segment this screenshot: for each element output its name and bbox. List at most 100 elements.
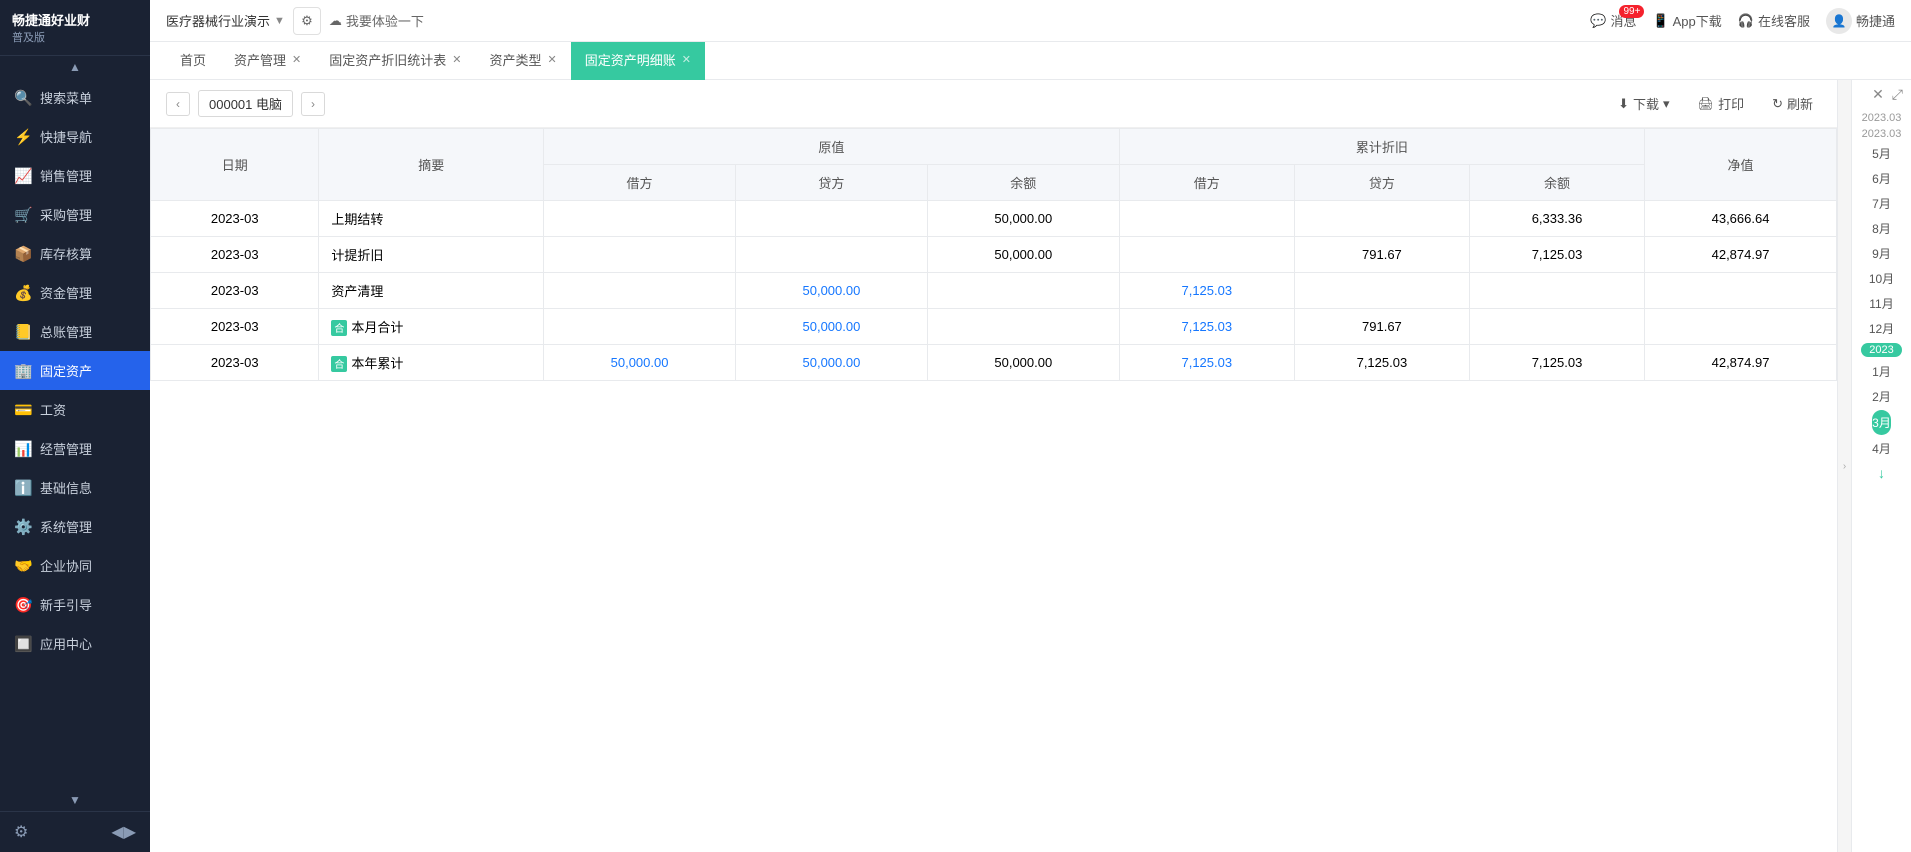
- sidebar-item-system[interactable]: ⚙️ 系统管理: [0, 507, 150, 546]
- app-download-label: App下载: [1673, 11, 1722, 30]
- right-month-item[interactable]: 5月: [1869, 141, 1894, 166]
- table-row: 2023-03 资产清理 50,000.00 7,125.03: [151, 273, 1837, 309]
- sidebar-scroll-up[interactable]: ▲: [0, 56, 150, 78]
- right-month-item[interactable]: 12月: [1869, 316, 1894, 341]
- avatar: 👤: [1826, 8, 1852, 34]
- sidebar-item-search[interactable]: 🔍 搜索菜单: [0, 78, 150, 117]
- tab-asset-ledger[interactable]: 固定资产明细账 ✕: [571, 42, 705, 80]
- cell-orig-credit: 50,000.00: [735, 309, 927, 345]
- cell-acc-debit: 7,125.03: [1119, 273, 1294, 309]
- tab-close-icon[interactable]: ✕: [452, 53, 461, 66]
- tab-label: 资产类型: [489, 50, 541, 69]
- right-month-active[interactable]: 3月: [1872, 410, 1891, 435]
- sidebar-item-salary[interactable]: 💳 工资: [0, 390, 150, 429]
- tab-asset-management[interactable]: 资产管理 ✕: [220, 42, 315, 80]
- right-month-item[interactable]: 9月: [1869, 241, 1894, 266]
- sidebar-item-apps[interactable]: 🔲 应用中心: [0, 624, 150, 663]
- collapse-sidebar-icon[interactable]: ◀▶: [111, 822, 136, 842]
- tab-depreciation-table[interactable]: 固定资产折旧统计表 ✕: [315, 42, 475, 80]
- col-acc-credit: 贷方: [1294, 165, 1469, 201]
- tab-close-icon[interactable]: ✕: [292, 53, 301, 66]
- right-panel-controls: ✕ ⤢: [1852, 80, 1911, 109]
- phone-icon: 📱: [1652, 13, 1668, 29]
- sidebar-item-enterprise[interactable]: 🤝 企业协同: [0, 546, 150, 585]
- settings-footer-icon[interactable]: ⚙: [14, 822, 28, 842]
- salary-icon: 💳: [14, 401, 32, 419]
- tab-close-icon[interactable]: ✕: [682, 53, 691, 66]
- panel-expand-btn[interactable]: ⤢: [1890, 84, 1905, 105]
- download-button[interactable]: ⬇ 下载 ▾: [1610, 90, 1677, 117]
- sidebar-item-label: 快捷导航: [40, 127, 92, 146]
- next-asset-button[interactable]: ›: [301, 92, 325, 116]
- online-service-button[interactable]: 🎧 在线客服: [1738, 11, 1810, 30]
- col-net-value: 净值: [1645, 129, 1837, 201]
- prev-asset-button[interactable]: ‹: [166, 92, 190, 116]
- right-month-item[interactable]: 10月: [1869, 266, 1894, 291]
- sidebar-item-label: 经营管理: [40, 439, 92, 458]
- cell-orig-debit: [544, 309, 736, 345]
- table-group-header: 日期 摘要 原值 累计折旧 净值: [151, 129, 1837, 165]
- panel-close-icon[interactable]: ✕: [1870, 84, 1886, 105]
- right-months-top: 5月6月7月8月9月10月11月12月: [1869, 141, 1894, 341]
- right-scroll-down-icon[interactable]: ↓: [1878, 461, 1885, 485]
- right-month-item[interactable]: 6月: [1869, 166, 1894, 191]
- print-button[interactable]: 🖨 打印: [1690, 90, 1753, 117]
- col-date: 日期: [151, 129, 319, 201]
- right-month-item[interactable]: 11月: [1869, 291, 1894, 316]
- cell-orig-balance: [927, 273, 1119, 309]
- cell-orig-balance: 50,000.00: [927, 345, 1119, 381]
- col-orig-debit: 借方: [544, 165, 736, 201]
- right-month-item[interactable]: 1月: [1866, 359, 1897, 384]
- company-selector[interactable]: 医疗器械行业演示 ▼: [166, 11, 285, 30]
- topbar-right: 💬 消息 99+ 📱 App下载 🎧 在线客服 👤 畅捷通: [1590, 8, 1895, 34]
- right-year-badge[interactable]: 2023: [1861, 343, 1901, 357]
- sidebar-item-base-info[interactable]: ℹ️ 基础信息: [0, 468, 150, 507]
- sidebar-item-label: 新手引导: [40, 595, 92, 614]
- tab-close-icon[interactable]: ✕: [548, 53, 557, 66]
- right-month-item[interactable]: 2月: [1866, 384, 1897, 409]
- app-download-button[interactable]: 📱 App下载: [1652, 11, 1721, 30]
- sidebar-item-capital[interactable]: 💰 资金管理: [0, 273, 150, 312]
- cloud-icon: ☁: [329, 13, 342, 29]
- sidebar-item-operations[interactable]: 📊 经营管理: [0, 429, 150, 468]
- sidebar-item-quicknav[interactable]: ⚡ 快捷导航: [0, 117, 150, 156]
- right-month-item[interactable]: 7月: [1869, 191, 1894, 216]
- refresh-button[interactable]: ↻ 刷新: [1764, 90, 1821, 117]
- message-button[interactable]: 💬 消息 99+: [1590, 11, 1636, 30]
- sidebar-scroll-down[interactable]: ▼: [0, 789, 150, 811]
- cell-acc-credit: 791.67: [1294, 309, 1469, 345]
- app-subtitle: 普及版: [12, 29, 138, 45]
- cell-summary: 合本年累计: [319, 345, 544, 381]
- cell-summary: 计提折旧: [319, 237, 544, 273]
- tab-home-label: 首页: [180, 50, 206, 69]
- download-arrow: ▾: [1663, 96, 1670, 112]
- sidebar-item-purchase[interactable]: 🛒 采购管理: [0, 195, 150, 234]
- col-acc-balance: 余额: [1469, 165, 1644, 201]
- quicknav-icon: ⚡: [14, 128, 32, 146]
- sidebar-item-label: 库存核算: [40, 244, 92, 263]
- refresh-icon: ↻: [1772, 96, 1783, 112]
- cell-date: 2023-03: [151, 273, 319, 309]
- topbar-left: 医疗器械行业演示 ▼ ⚙ ☁ 我要体验一下: [166, 7, 424, 35]
- sidebar-item-newguide[interactable]: 🎯 新手引导: [0, 585, 150, 624]
- sidebar-item-sales[interactable]: 📈 销售管理: [0, 156, 150, 195]
- sidebar-item-ledger[interactable]: 📒 总账管理: [0, 312, 150, 351]
- right-month-item[interactable]: 8月: [1869, 216, 1894, 241]
- company-settings-button[interactable]: ⚙: [293, 7, 321, 35]
- table-container: 日期 摘要 原值 累计折旧 净值 借方 贷方 余额 借方 贷方 余额: [150, 128, 1837, 852]
- col-summary: 摘要: [319, 129, 544, 201]
- experience-button[interactable]: ☁ 我要体验一下: [329, 11, 424, 30]
- sidebar-item-label: 基础信息: [40, 478, 92, 497]
- refresh-label: 刷新: [1787, 94, 1813, 113]
- tab-asset-type[interactable]: 资产类型 ✕: [475, 42, 570, 80]
- sidebar-item-label: 销售管理: [40, 166, 92, 185]
- cell-acc-balance: 7,125.03: [1469, 237, 1644, 273]
- right-month-item[interactable]: 4月: [1866, 436, 1897, 461]
- tab-label: 资产管理: [234, 50, 286, 69]
- sidebar-item-inventory[interactable]: 📦 库存核算: [0, 234, 150, 273]
- panel-expand-icon[interactable]: ›: [1837, 80, 1851, 852]
- user-info[interactable]: 👤 畅捷通: [1826, 8, 1895, 34]
- tab-home[interactable]: 首页: [166, 42, 220, 80]
- print-icon: 🖨: [1698, 96, 1715, 112]
- sidebar-item-fixed-assets[interactable]: 🏢 固定资产: [0, 351, 150, 390]
